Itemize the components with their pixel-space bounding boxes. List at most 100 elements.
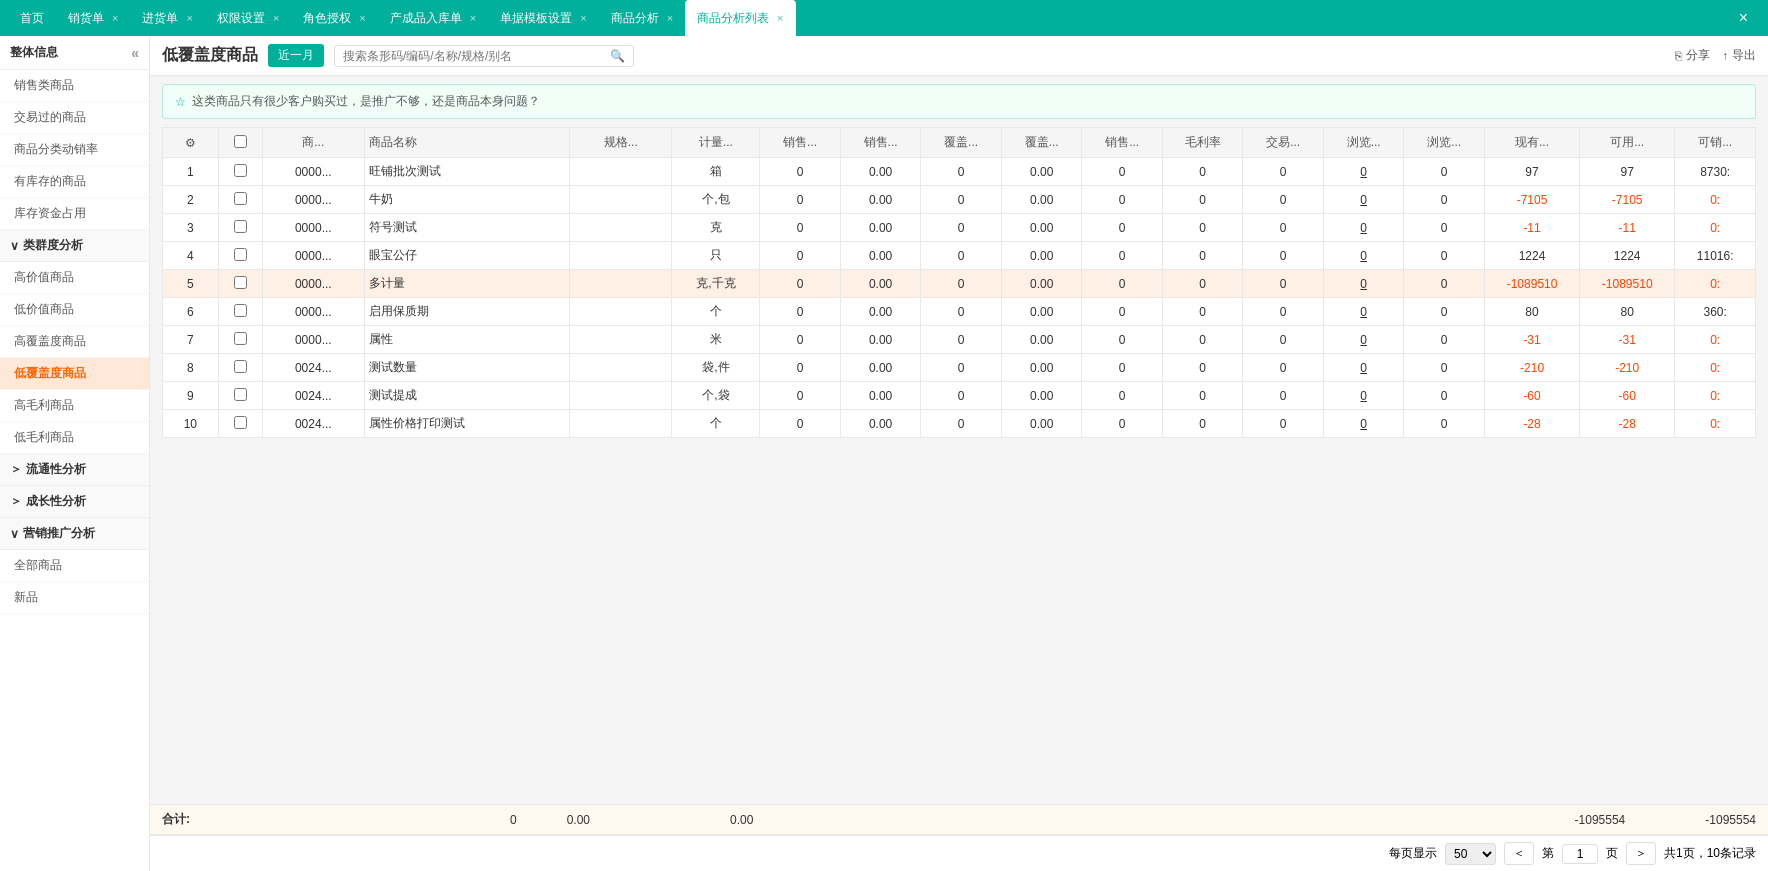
th-salable[interactable]: 可销... — [1675, 128, 1756, 158]
close-icon[interactable]: × — [273, 0, 279, 36]
export-button[interactable]: ↑ 导出 — [1722, 47, 1756, 64]
nav-permission-settings[interactable]: 权限设置 × — [205, 0, 291, 36]
row-select-checkbox[interactable] — [234, 248, 247, 261]
sidebar-item-low-coverage[interactable]: 低覆盖度商品 — [0, 358, 149, 390]
share-button[interactable]: ⎘ 分享 — [1675, 47, 1710, 64]
row-select-checkbox[interactable] — [234, 360, 247, 373]
nav-finished-goods[interactable]: 产成品入库单 × — [378, 0, 488, 36]
row-view1[interactable]: 0 — [1323, 382, 1404, 410]
sidebar-section-circulation[interactable]: ＞ 流通性分析 — [0, 454, 149, 486]
sidebar-item-traded-goods[interactable]: 交易过的商品 — [0, 102, 149, 134]
sidebar-section-cluster[interactable]: ∨ 类群度分析 — [0, 230, 149, 262]
window-close-button[interactable]: × — [1727, 9, 1760, 27]
nav-home[interactable]: 首页 — [8, 0, 56, 36]
row-checkbox[interactable] — [218, 382, 262, 410]
sidebar-item-all-goods[interactable]: 全部商品 — [0, 550, 149, 582]
row-view1[interactable]: 0 — [1323, 158, 1404, 186]
th-view1[interactable]: 浏览... — [1323, 128, 1404, 158]
close-icon[interactable]: × — [470, 0, 476, 36]
sidebar-item-stock-capital[interactable]: 库存资金占用 — [0, 198, 149, 230]
row-view1[interactable]: 0 — [1323, 214, 1404, 242]
row-checkbox[interactable] — [218, 214, 262, 242]
row-select-checkbox[interactable] — [234, 164, 247, 177]
sidebar-item-new-goods[interactable]: 新品 — [0, 582, 149, 614]
th-sales-amt[interactable]: 销售... — [840, 128, 921, 158]
col-settings[interactable]: ⚙ — [163, 128, 219, 158]
row-view2: 0 — [1404, 354, 1485, 382]
th-coverage2[interactable]: 覆盖... — [1001, 128, 1082, 158]
sidebar-collapse-button[interactable]: « — [131, 45, 139, 61]
th-trans[interactable]: 交易... — [1243, 128, 1324, 158]
row-select-checkbox[interactable] — [234, 416, 247, 429]
row-select-checkbox[interactable] — [234, 388, 247, 401]
row-view1[interactable]: 0 — [1323, 410, 1404, 438]
sidebar-item-high-value[interactable]: 高价值商品 — [0, 262, 149, 294]
per-page-select[interactable]: 50 100 200 — [1445, 843, 1496, 865]
row-select-checkbox[interactable] — [234, 192, 247, 205]
sidebar-item-high-coverage[interactable]: 高覆盖度商品 — [0, 326, 149, 358]
th-margin[interactable]: 毛利率 — [1162, 128, 1243, 158]
close-icon[interactable]: × — [359, 0, 365, 36]
th-view2[interactable]: 浏览... — [1404, 128, 1485, 158]
row-select-checkbox[interactable] — [234, 220, 247, 233]
row-select-checkbox[interactable] — [234, 332, 247, 345]
th-unit[interactable]: 计量... — [672, 128, 760, 158]
close-icon[interactable]: × — [580, 0, 586, 36]
th-curr1[interactable]: 现有... — [1484, 128, 1579, 158]
row-checkbox[interactable] — [218, 298, 262, 326]
settings-icon[interactable]: ⚙ — [185, 136, 196, 150]
nav-goods-analysis[interactable]: 商品分析 × — [599, 0, 685, 36]
row-sales3: 0 — [1082, 326, 1163, 354]
row-view1[interactable]: 0 — [1323, 326, 1404, 354]
search-input[interactable] — [343, 49, 606, 63]
row-select-checkbox[interactable] — [234, 276, 247, 289]
nav-purchase-order[interactable]: 进货单 × — [130, 0, 204, 36]
page-number-input[interactable] — [1562, 844, 1598, 864]
row-select-checkbox[interactable] — [234, 304, 247, 317]
nav-goods-analysis-list[interactable]: 商品分析列表 × — [685, 0, 795, 36]
row-checkbox[interactable] — [218, 242, 262, 270]
sidebar-section-growth[interactable]: ＞ 成长性分析 — [0, 486, 149, 518]
row-view1[interactable]: 0 — [1323, 298, 1404, 326]
row-view1[interactable]: 0 — [1323, 354, 1404, 382]
close-icon[interactable]: × — [112, 0, 118, 36]
row-checkbox[interactable] — [218, 354, 262, 382]
nav-role-auth[interactable]: 角色授权 × — [291, 0, 377, 36]
close-icon[interactable]: × — [777, 0, 783, 36]
nav-template-settings[interactable]: 单据模板设置 × — [488, 0, 598, 36]
row-checkbox[interactable] — [218, 326, 262, 354]
sidebar-item-low-value[interactable]: 低价值商品 — [0, 294, 149, 326]
th-avail[interactable]: 可用... — [1580, 128, 1675, 158]
row-view1[interactable]: 0 — [1323, 186, 1404, 214]
th-product-name[interactable]: 商品名称 — [365, 128, 570, 158]
row-sku: 0024... — [262, 410, 364, 438]
th-spec[interactable]: 规格... — [570, 128, 672, 158]
th-sales3[interactable]: 销售... — [1082, 128, 1163, 158]
sidebar-item-low-margin[interactable]: 低毛利商品 — [0, 422, 149, 454]
next-page-button[interactable]: ＞ — [1626, 842, 1656, 865]
row-checkbox[interactable] — [218, 158, 262, 186]
row-view1[interactable]: 0 — [1323, 242, 1404, 270]
th-sales-qty[interactable]: 销售... — [760, 128, 841, 158]
row-checkbox[interactable] — [218, 270, 262, 298]
sidebar-item-sales-goods[interactable]: 销售类商品 — [0, 70, 149, 102]
sidebar-item-category-rate[interactable]: 商品分类动销率 — [0, 134, 149, 166]
close-icon[interactable]: × — [186, 0, 192, 36]
row-view1[interactable]: 0 — [1323, 270, 1404, 298]
row-cov2: 0.00 — [1001, 242, 1082, 270]
col-check[interactable] — [218, 128, 262, 158]
prev-page-button[interactable]: ＜ — [1504, 842, 1534, 865]
th-coverage1[interactable]: 覆盖... — [921, 128, 1002, 158]
close-icon[interactable]: × — [667, 0, 673, 36]
select-all-checkbox[interactable] — [234, 135, 247, 148]
period-button[interactable]: 近一月 — [268, 44, 324, 67]
search-icon[interactable]: 🔍 — [610, 49, 625, 63]
row-salable: 0: — [1675, 354, 1756, 382]
row-checkbox[interactable] — [218, 186, 262, 214]
th-sku-code[interactable]: 商... — [262, 128, 364, 158]
nav-sales-order[interactable]: 销货单 × — [56, 0, 130, 36]
sidebar-item-high-margin[interactable]: 高毛利商品 — [0, 390, 149, 422]
sidebar-item-in-stock[interactable]: 有库存的商品 — [0, 166, 149, 198]
row-checkbox[interactable] — [218, 410, 262, 438]
sidebar-section-marketing[interactable]: ∨ 营销推广分析 — [0, 518, 149, 550]
